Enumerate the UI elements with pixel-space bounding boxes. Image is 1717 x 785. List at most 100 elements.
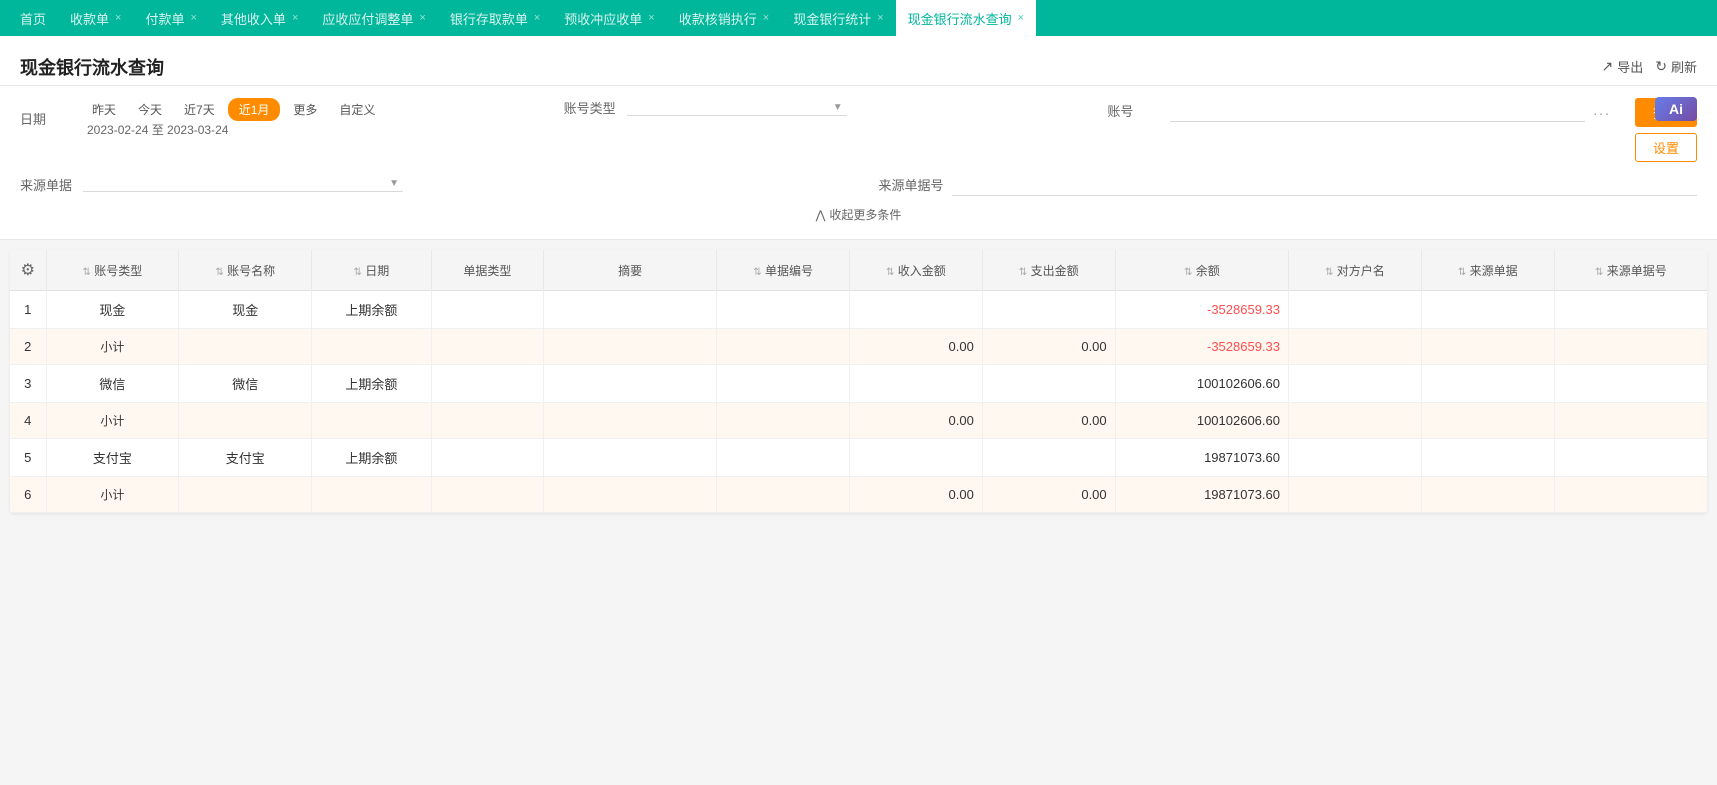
cell-accountType: 支付宝 <box>46 439 179 477</box>
cell-expense <box>982 291 1115 329</box>
filter-area: 日期 昨天 今天 近7天 近1月 更多 自定义 2023-02-24 至 202… <box>0 86 1717 240</box>
cell-balance: 100102606.60 <box>1115 365 1288 403</box>
col-balance-label: 余额 <box>1196 264 1220 278</box>
cell-accountName <box>179 329 312 365</box>
col-account-type: ⇅ 账号类型 <box>46 250 179 291</box>
table-row: 5支付宝支付宝上期余额19871073.60 <box>10 439 1707 477</box>
nav-tab-other-income-label: 其他收入单 <box>221 9 286 28</box>
cell-income: 0.00 <box>850 403 983 439</box>
source-doc-arrow-icon: ▼ <box>389 178 399 189</box>
export-button[interactable]: ↗ 导出 <box>1602 57 1644 76</box>
cell-expense <box>982 439 1115 477</box>
cell-docNo <box>717 403 850 439</box>
nav-tab-cash-bank-stats[interactable]: 现金银行统计 × <box>781 0 895 36</box>
nav-tab-prepayment[interactable]: 预收冲应收单 × <box>552 0 666 36</box>
data-table: ⚙ ⇅ 账号类型 ⇅ 账号名称 ⇅ 日期 单据类型 摘要 <box>10 250 1707 513</box>
collapse-filters-btn[interactable]: ⋀ 收起更多条件 <box>20 200 1697 227</box>
nav-tab-payments-label: 付款单 <box>145 9 184 28</box>
col-income: ⇅ 收入金额 <box>850 250 983 291</box>
nav-tab-ar-ap-adjust[interactable]: 应收应付调整单 × <box>310 0 437 36</box>
nav-tab-cash-bank-stats-label: 现金银行统计 <box>793 9 871 28</box>
row-index: 4 <box>10 403 46 439</box>
nav-tab-ar-ap-adjust-close[interactable]: × <box>419 12 425 24</box>
export-icon: ↗ <box>1602 58 1614 75</box>
col-summary: 摘要 <box>544 250 717 291</box>
nav-tab-cash-bank-flow[interactable]: 现金银行流水查询 × <box>896 0 1036 36</box>
header-actions: ↗ 导出 ↻ 刷新 <box>1602 57 1698 76</box>
nav-tab-other-income-close[interactable]: × <box>292 12 298 24</box>
nav-tab-payments-close[interactable]: × <box>190 12 196 24</box>
column-settings-icon[interactable]: ⚙ <box>21 262 35 279</box>
cell-docNo <box>717 439 850 477</box>
cell-income <box>850 291 983 329</box>
nav-tab-cash-bank-stats-close[interactable]: × <box>877 12 883 24</box>
filter-bottom-row: 来源单据 ▼ 来源单据号 <box>20 172 1697 196</box>
account-type-arrow-icon: ▼ <box>833 102 843 113</box>
cell-sourceDoc <box>1421 365 1554 403</box>
cell-docType <box>431 477 544 513</box>
col-date: ⇅ 日期 <box>312 250 431 291</box>
cell-income: 0.00 <box>850 329 983 365</box>
cell-sourceDocNo <box>1554 403 1707 439</box>
cell-sourceDoc <box>1421 477 1554 513</box>
cell-summary <box>544 403 717 439</box>
cell-income <box>850 439 983 477</box>
nav-tab-bank-deposit[interactable]: 银行存取款单 × <box>438 0 552 36</box>
nav-tab-payments[interactable]: 付款单 × <box>133 0 208 36</box>
nav-tab-cash-bank-flow-label: 现金银行流水查询 <box>908 9 1012 28</box>
ai-badge[interactable]: Ai <box>1655 97 1697 121</box>
nav-tab-prepayment-close[interactable]: × <box>648 12 654 24</box>
cell-docType <box>431 403 544 439</box>
nav-tab-receipts-close[interactable]: × <box>115 12 121 24</box>
collapse-label: 收起更多条件 <box>829 206 901 223</box>
cell-sourceDocNo <box>1554 477 1707 513</box>
nav-tab-collection-exec-close[interactable]: × <box>763 12 769 24</box>
date-btn-more[interactable]: 更多 <box>284 98 326 121</box>
page-title: 现金银行流水查询 <box>20 54 164 80</box>
nav-tab-prepayment-label: 预收冲应收单 <box>564 9 642 28</box>
nav-tab-receipts[interactable]: 收款单 × <box>58 0 133 36</box>
nav-tab-bank-deposit-close[interactable]: × <box>534 12 540 24</box>
cell-counterparty <box>1289 439 1422 477</box>
cell-docNo <box>717 329 850 365</box>
refresh-button[interactable]: ↻ 刷新 <box>1655 57 1697 76</box>
cell-counterparty <box>1289 477 1422 513</box>
cell-balance: -3528659.33 <box>1115 329 1288 365</box>
row-index: 5 <box>10 439 46 477</box>
nav-tab-receipts-label: 收款单 <box>70 9 109 28</box>
account-ellipsis-btn[interactable]: ... <box>1593 102 1611 118</box>
date-btn-today[interactable]: 今天 <box>129 98 171 121</box>
source-doc-select[interactable]: ▼ <box>83 176 403 192</box>
cell-accountName: 微信 <box>179 365 312 403</box>
nav-tab-cash-bank-flow-close[interactable]: × <box>1018 12 1024 24</box>
cell-accountName: 现金 <box>179 291 312 329</box>
nav-tab-home[interactable]: 首页 <box>8 0 58 36</box>
col-doc-type: 单据类型 <box>431 250 544 291</box>
cell-summary <box>544 329 717 365</box>
col-counterparty: ⇅ 对方户名 <box>1289 250 1422 291</box>
cell-expense: 0.00 <box>982 329 1115 365</box>
nav-tab-other-income[interactable]: 其他收入单 × <box>209 0 310 36</box>
cell-balance: -3528659.33 <box>1115 291 1288 329</box>
table-row: 3微信微信上期余额100102606.60 <box>10 365 1707 403</box>
cell-counterparty <box>1289 403 1422 439</box>
date-btn-yesterday[interactable]: 昨天 <box>83 98 125 121</box>
cell-accountName <box>179 477 312 513</box>
source-doc-no-label: 来源单据号 <box>879 175 944 194</box>
settings-button[interactable]: 设置 <box>1635 133 1697 162</box>
date-btn-7days[interactable]: 近7天 <box>175 98 224 121</box>
date-btn-custom[interactable]: 自定义 <box>330 98 384 121</box>
cell-sourceDocNo <box>1554 365 1707 403</box>
nav-tab-collection-exec[interactable]: 收款核销执行 × <box>667 0 781 36</box>
col-account-name: ⇅ 账号名称 <box>179 250 312 291</box>
col-settings: ⚙ <box>10 250 46 291</box>
cell-summary <box>544 365 717 403</box>
table-row: 6小计0.000.0019871073.60 <box>10 477 1707 513</box>
account-type-select[interactable]: ▼ <box>627 100 847 116</box>
date-btn-1month[interactable]: 近1月 <box>228 98 281 121</box>
cell-accountType: 小计 <box>46 403 179 439</box>
top-navigation: 首页 收款单 × 付款单 × 其他收入单 × 应收应付调整单 × 银行存取款单 … <box>0 0 1717 36</box>
cell-date <box>312 329 431 365</box>
cell-summary <box>544 439 717 477</box>
cell-sourceDocNo <box>1554 439 1707 477</box>
